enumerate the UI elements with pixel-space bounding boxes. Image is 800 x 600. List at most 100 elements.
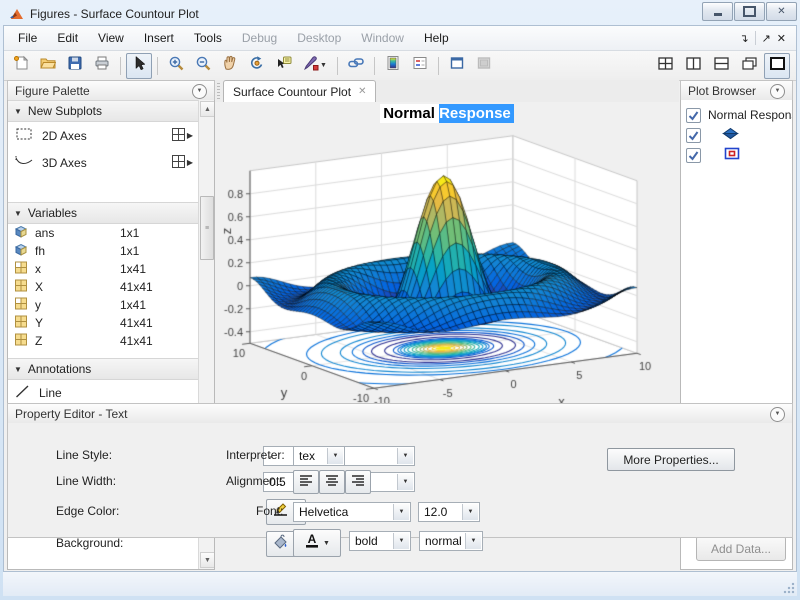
legend-icon	[412, 55, 428, 76]
cascade-windows-button[interactable]	[736, 53, 762, 79]
menu-view[interactable]: View	[88, 28, 134, 48]
scroll-down-button[interactable]: ▼	[200, 552, 214, 568]
font-color-button[interactable]: A ▼	[293, 529, 341, 557]
section-collapse-icon: ▼	[14, 106, 22, 116]
tab-close-icon[interactable]: ✕	[358, 86, 366, 97]
zoom-in-button[interactable]	[163, 53, 189, 79]
expand-arrow-icon[interactable]: ▶	[187, 158, 193, 167]
tile-grid-button[interactable]	[652, 53, 678, 79]
pan-button[interactable]	[217, 53, 243, 79]
add-data-button[interactable]: Add Data...	[696, 536, 786, 561]
menu-file[interactable]: File	[8, 28, 47, 48]
open-file-button[interactable]	[35, 53, 61, 79]
plot-browser-row-surface[interactable]	[681, 125, 792, 145]
variable-row-X[interactable]: X 41x41	[8, 278, 199, 296]
matrix-icon	[14, 260, 28, 278]
palette-item-3d-axes[interactable]: 3D Axes ▶	[8, 149, 199, 176]
background-label: Background:	[56, 536, 124, 550]
cube-icon	[14, 224, 28, 242]
annotation-label: Line	[39, 386, 62, 400]
align-left-button[interactable]	[293, 470, 319, 494]
maximize-tile-button[interactable]	[764, 52, 790, 79]
contour-checkbox[interactable]	[686, 147, 701, 163]
menu-desktop[interactable]: Desktop	[287, 28, 351, 48]
axes-checkbox[interactable]	[686, 107, 701, 123]
maximize-button[interactable]	[734, 2, 765, 21]
paint-bucket-icon	[272, 533, 290, 555]
variable-row-fh[interactable]: fh 1x1	[8, 242, 199, 260]
data-cursor-button[interactable]	[271, 53, 297, 79]
variable-row-x[interactable]: x 1x41	[8, 260, 199, 278]
tile-rows-button[interactable]	[708, 53, 734, 79]
undock-icon[interactable]: ↗	[762, 32, 771, 45]
resize-grip[interactable]	[783, 582, 795, 594]
align-right-button[interactable]	[345, 470, 371, 494]
new-figure-button[interactable]	[8, 53, 34, 79]
toolbar-separator	[438, 56, 439, 75]
rotate-3d-button[interactable]	[244, 53, 270, 79]
menu-debug[interactable]: Debug	[232, 28, 287, 48]
variable-row-y[interactable]: y 1x41	[8, 296, 199, 314]
scroll-up-button[interactable]: ▲	[200, 101, 214, 117]
align-right-icon	[351, 473, 365, 491]
insert-colorbar-button[interactable]	[380, 53, 406, 79]
dock-figure-icon[interactable]: ↴	[739, 32, 748, 45]
font-family-combo[interactable]: Helvetica ▼	[293, 502, 411, 522]
axes-2d-icon	[14, 126, 34, 145]
variable-row-ans[interactable]: ans 1x1	[8, 224, 199, 242]
insert-legend-button[interactable]	[407, 53, 433, 79]
plot-browser-row-axes[interactable]: Normal Respons	[681, 105, 792, 125]
menu-help[interactable]: Help	[414, 28, 459, 48]
font-angle-combo[interactable]: normal ▼	[419, 531, 483, 551]
edit-plot-button[interactable]	[126, 52, 152, 79]
subplot-grid-icon[interactable]	[171, 154, 185, 171]
zoom-out-button[interactable]	[190, 53, 216, 79]
collapse-panel-button[interactable]: ▼	[192, 83, 207, 99]
variable-row-Z[interactable]: Z 41x41	[8, 332, 199, 350]
surface-checkbox[interactable]	[686, 127, 701, 143]
palette-item-2d-axes[interactable]: 2D Axes ▶	[8, 122, 199, 149]
collapse-panel-button[interactable]: ▼	[770, 83, 785, 99]
print-button[interactable]	[89, 53, 115, 79]
align-center-button[interactable]	[319, 470, 345, 494]
section-label: New Subplots	[27, 104, 102, 118]
menu-insert[interactable]: Insert	[134, 28, 184, 48]
palette-item-label: 3D Axes	[42, 155, 87, 170]
tab-surface-contour-plot[interactable]: Surface Countour Plot ✕	[223, 80, 377, 102]
title-bar[interactable]: Figures - Surface Countour Plot	[3, 3, 797, 25]
subplot-grid-icon[interactable]	[171, 127, 185, 144]
interpreter-combo[interactable]: tex ▼	[293, 446, 345, 466]
font-size-combo[interactable]: 12.0 ▼	[418, 502, 480, 522]
minimize-button[interactable]	[702, 2, 733, 21]
brush-data-button[interactable]: ▼	[298, 53, 332, 79]
more-properties-button[interactable]: More Properties...	[607, 448, 735, 471]
menu-tools[interactable]: Tools	[184, 28, 232, 48]
save-figure-button[interactable]	[62, 53, 88, 79]
scrollbar-thumb[interactable]: ≡	[200, 196, 214, 260]
plot-browser-row-contour[interactable]	[681, 145, 792, 165]
variable-name: X	[35, 280, 44, 294]
align-left-icon	[299, 473, 313, 491]
close-button[interactable]: ✕	[766, 2, 797, 21]
surface-plot-canvas[interactable]	[217, 128, 675, 430]
variable-row-Y[interactable]: Y 41x41	[8, 314, 199, 332]
link-plot-button[interactable]	[343, 53, 369, 79]
section-variables[interactable]: ▼ Variables	[8, 202, 199, 224]
tab-grip[interactable]	[217, 83, 220, 101]
plot-title[interactable]: Normal Response	[215, 104, 679, 123]
section-new-subplots[interactable]: ▼ New Subplots	[8, 100, 199, 122]
close-figure-icon[interactable]: ✕	[777, 32, 786, 45]
alignment-label: Alignment:	[226, 474, 283, 488]
section-annotations[interactable]: ▼ Annotations	[8, 358, 199, 380]
menu-edit[interactable]: Edit	[47, 28, 88, 48]
property-editor-header: Property Editor - Text ▼	[7, 403, 793, 425]
hide-plot-tools-button[interactable]	[444, 53, 470, 79]
expand-arrow-icon[interactable]: ▶	[187, 131, 193, 140]
menu-window[interactable]: Window	[351, 28, 414, 48]
open-folder-icon	[40, 55, 57, 76]
tile-columns-button[interactable]	[680, 53, 706, 79]
font-weight-combo[interactable]: bold ▼	[349, 531, 411, 551]
line-width-label: Line Width:	[56, 474, 117, 488]
collapse-panel-button[interactable]: ▼	[770, 406, 785, 422]
